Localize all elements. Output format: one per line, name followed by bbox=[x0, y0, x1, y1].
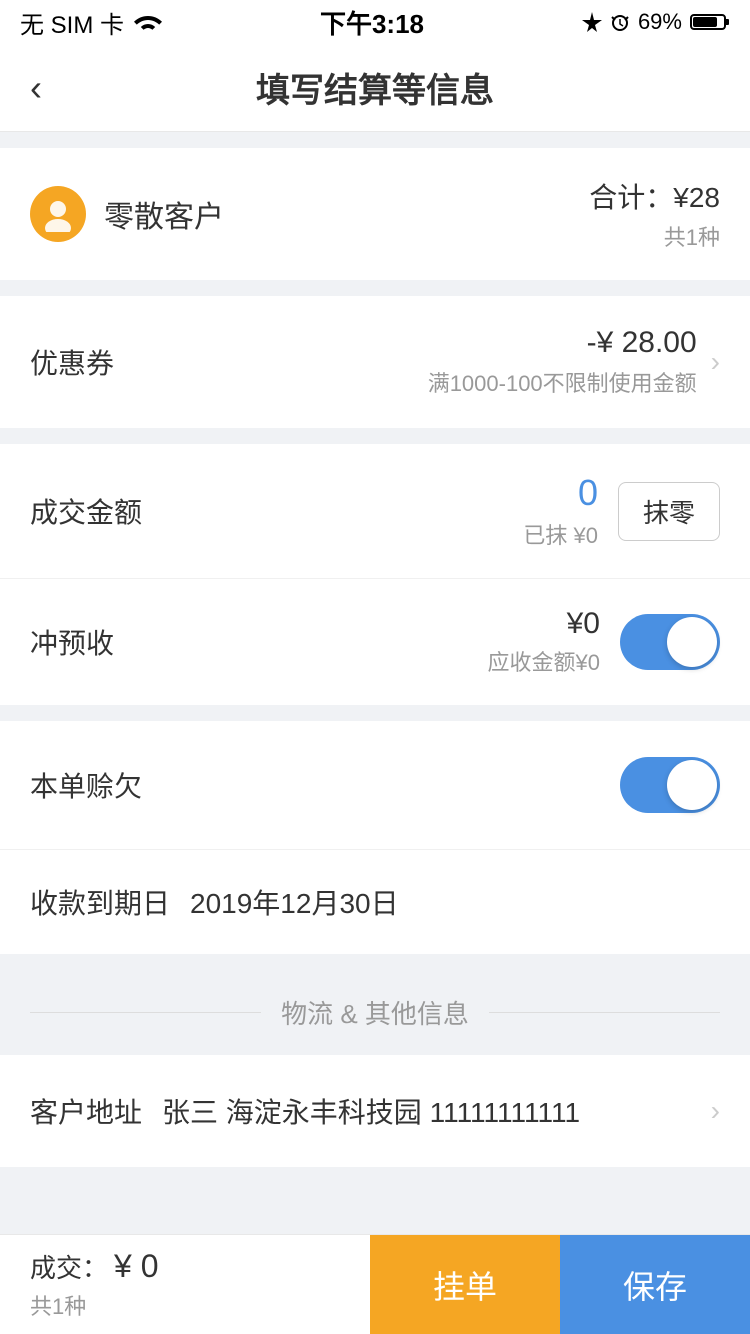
total-amount: 合计：¥28 bbox=[589, 176, 720, 216]
logistics-section: 物流 & 其他信息 bbox=[0, 970, 750, 1055]
customer-name: 零散客户 bbox=[104, 192, 224, 236]
bottom-deal-amount: ¥ 0 bbox=[114, 1248, 158, 1285]
due-date-row: 收款到期日 2019年12月30日 bbox=[0, 849, 750, 954]
coupon-info: -¥ 28.00 满1000-100不限制使用金额 bbox=[428, 326, 697, 398]
due-date-label: 收款到期日 bbox=[30, 882, 170, 922]
alarm-icon bbox=[610, 12, 630, 32]
due-date-value: 2019年12月30日 bbox=[190, 882, 399, 922]
customer-right: 合计：¥28 共1种 bbox=[589, 176, 720, 252]
debt-row: 本单赊欠 bbox=[0, 721, 750, 849]
status-time: 下午3:18 bbox=[320, 4, 424, 41]
prepay-toggle[interactable] bbox=[620, 614, 720, 670]
customer-left: 零散客户 bbox=[30, 186, 224, 242]
person-icon bbox=[40, 196, 76, 232]
status-bar: 无 SIM 卡 下午3:18 69% bbox=[0, 0, 750, 44]
battery-icon bbox=[690, 12, 730, 32]
transaction-amount-row: 成交金额 0 已抹 ¥0 抹零 bbox=[0, 444, 750, 579]
transaction-amount-label: 成交金额 bbox=[30, 491, 142, 531]
address-section: 客户地址 张三 海淀永丰科技园 11111111111 › bbox=[0, 1055, 750, 1167]
amount-right: 0 已抹 ¥0 抹零 bbox=[523, 472, 720, 550]
coupon-right: -¥ 28.00 满1000-100不限制使用金额 › bbox=[428, 326, 720, 398]
address-row[interactable]: 客户地址 张三 海淀永丰科技园 11111111111 › bbox=[0, 1055, 750, 1167]
coupon-discount: -¥ 28.00 bbox=[428, 326, 697, 360]
bottom-bar: 成交： ¥ 0 共1种 挂单 保存 bbox=[0, 1234, 750, 1334]
prepay-value: ¥0 bbox=[488, 607, 600, 641]
customer-row: 零散客户 合计：¥28 共1种 bbox=[0, 148, 750, 280]
coupon-label: 优惠券 bbox=[30, 342, 114, 382]
debt-section: 本单赊欠 收款到期日 2019年12月30日 bbox=[0, 721, 750, 954]
coupon-section: 优惠券 -¥ 28.00 满1000-100不限制使用金额 › bbox=[0, 296, 750, 428]
transaction-amount-value: 0 bbox=[523, 472, 598, 514]
status-left: 无 SIM 卡 bbox=[20, 5, 162, 40]
nav-bar: ‹ 填写结算等信息 bbox=[0, 44, 750, 132]
hang-order-button[interactable]: 挂单 bbox=[370, 1235, 560, 1334]
address-label: 客户地址 bbox=[30, 1091, 142, 1131]
location-icon bbox=[582, 12, 602, 32]
chevron-right-icon: › bbox=[711, 346, 720, 378]
avatar bbox=[30, 186, 86, 242]
coupon-desc: 满1000-100不限制使用金额 bbox=[428, 366, 697, 398]
amount-value-block: 0 已抹 ¥0 bbox=[523, 472, 598, 550]
total-count: 共1种 bbox=[589, 220, 720, 252]
prepay-right: ¥0 应收金额¥0 bbox=[488, 607, 720, 677]
transaction-amount-sub: 已抹 ¥0 bbox=[523, 518, 598, 550]
prepay-value-block: ¥0 应收金额¥0 bbox=[488, 607, 600, 677]
amount-section: 成交金额 0 已抹 ¥0 抹零 冲预收 ¥0 应收金额¥0 bbox=[0, 444, 750, 705]
bottom-deal: 成交： ¥ 0 bbox=[30, 1248, 340, 1285]
status-right: 69% bbox=[582, 9, 730, 35]
debt-label: 本单赊欠 bbox=[30, 765, 142, 805]
debt-toggle-knob bbox=[667, 760, 717, 810]
address-value: 张三 海淀永丰科技园 11111111111 bbox=[162, 1091, 707, 1131]
round-zero-button[interactable]: 抹零 bbox=[618, 482, 720, 541]
bottom-count: 共1种 bbox=[30, 1289, 340, 1321]
battery-text: 69% bbox=[638, 9, 682, 35]
divider-right bbox=[489, 1012, 720, 1013]
logistics-label: 物流 & 其他信息 bbox=[281, 994, 469, 1031]
toggle-knob bbox=[667, 617, 717, 667]
bottom-info: 成交： ¥ 0 共1种 bbox=[0, 1248, 370, 1321]
prepay-label: 冲预收 bbox=[30, 622, 114, 662]
prepay-sub: 应收金额¥0 bbox=[488, 645, 600, 677]
divider-left bbox=[30, 1012, 261, 1013]
address-chevron-icon: › bbox=[711, 1095, 720, 1127]
signal-text: 无 SIM 卡 bbox=[20, 5, 124, 40]
prepay-row: 冲预收 ¥0 应收金额¥0 bbox=[0, 579, 750, 705]
page-title: 填写结算等信息 bbox=[256, 63, 494, 112]
save-button[interactable]: 保存 bbox=[560, 1235, 750, 1334]
customer-section: 零散客户 合计：¥28 共1种 bbox=[0, 148, 750, 280]
logistics-header: 物流 & 其他信息 bbox=[0, 970, 750, 1055]
back-button[interactable]: ‹ bbox=[30, 67, 42, 109]
wifi-icon bbox=[134, 12, 162, 32]
debt-toggle[interactable] bbox=[620, 757, 720, 813]
coupon-row[interactable]: 优惠券 -¥ 28.00 满1000-100不限制使用金额 › bbox=[0, 296, 750, 428]
bottom-deal-label: 成交： bbox=[30, 1248, 108, 1285]
